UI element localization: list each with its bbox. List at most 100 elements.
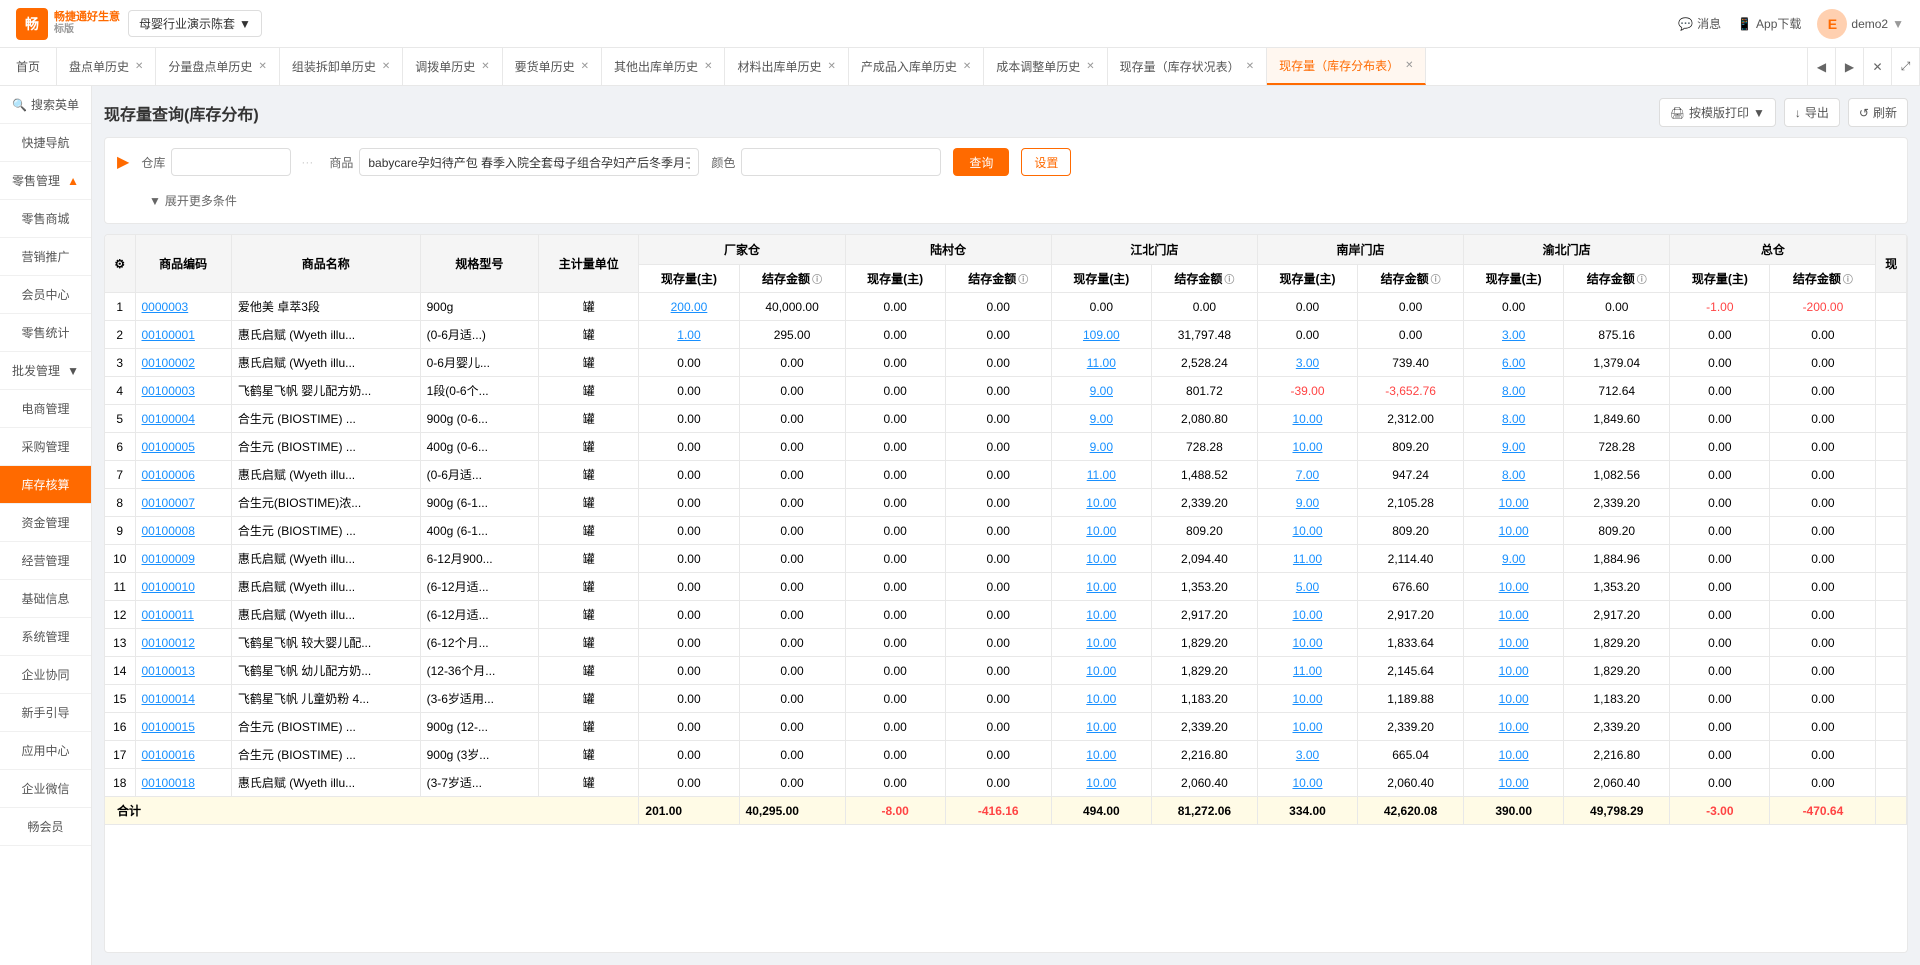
seq-cell: 13 (105, 629, 135, 657)
total-amt-cell: 0.00 (1770, 741, 1876, 769)
sidebar-item-finance[interactable]: 资金管理 (0, 504, 91, 542)
refresh-btn[interactable]: ↺ 刷新 (1848, 98, 1908, 127)
sidebar-item-search[interactable]: 🔍 搜索英单 (0, 86, 91, 124)
tab-close-icon[interactable]: ✕ (963, 61, 971, 72)
sidebar-item-retail-shop[interactable]: 零售商城 (0, 200, 91, 238)
sidebar-item-wholesale[interactable]: 批发管理 ▼ (0, 352, 91, 390)
sidebar-item-operation[interactable]: 经营管理 (0, 542, 91, 580)
table-row: 11 00100010 惠氏启赋 (Wyeth illu... (6-12月适.… (105, 573, 1907, 601)
sidebar-item-marketing[interactable]: 营销推广 (0, 238, 91, 276)
tab-close-icon[interactable]: ✕ (1246, 61, 1254, 72)
tab-close-icon[interactable]: ✕ (258, 61, 266, 72)
tab-close-icon[interactable]: ✕ (1086, 61, 1094, 72)
nanan-amt-cell: 2,060.40 (1358, 769, 1464, 797)
tab-expand-btn[interactable]: ⤢ (1892, 48, 1920, 86)
sidebar-item-quick-nav[interactable]: 快捷导航 (0, 124, 91, 162)
jiangbei-amt-cell: 2,094.40 (1151, 545, 1257, 573)
yubei-qty-cell: 10.00 (1464, 573, 1564, 601)
tab-close-icon[interactable]: ✕ (382, 61, 390, 72)
sidebar-item-ecommerce[interactable]: 电商管理 (0, 390, 91, 428)
filter-toggle-btn[interactable]: ▶ (117, 152, 129, 172)
sidebar-item-vip[interactable]: 畅会员 (0, 808, 91, 846)
tab-prev-btn[interactable]: ◀ (1808, 48, 1836, 86)
tab-inventory-single[interactable]: 盘点单历史 ✕ (57, 48, 156, 85)
tab-material-out[interactable]: 材料出库单历史 ✕ (725, 48, 848, 85)
sidebar-item-purchase[interactable]: 采购管理 (0, 428, 91, 466)
tab-close-icon[interactable]: ✕ (481, 61, 489, 72)
sidebar-item-retail-stats[interactable]: 零售统计 (0, 314, 91, 352)
sidebar-item-enterprise-collab[interactable]: 企业协同 (0, 656, 91, 694)
nanan-qty-cell: 10.00 (1257, 629, 1357, 657)
tab-inventory-branch[interactable]: 分量盘点单历史 ✕ (156, 48, 279, 85)
warehouse-dots[interactable]: ··· (297, 155, 317, 169)
tab-stock-status[interactable]: 现存量（库存状况表） ✕ (1108, 48, 1267, 85)
code-cell: 0000003 (135, 293, 231, 321)
tab-stock-dist[interactable]: 现存量（库存分布表） ✕ (1267, 48, 1426, 85)
tab-close-icon[interactable]: ✕ (827, 61, 835, 72)
sum-current (1876, 797, 1907, 825)
total-qty-cell: 0.00 (1670, 545, 1770, 573)
nanan-amt-cell: 0.00 (1358, 293, 1464, 321)
print-btn[interactable]: 🖨 按模版打印 ▼ (1659, 98, 1776, 127)
warehouse-input[interactable] (171, 148, 291, 176)
tab-next-btn[interactable]: ▶ (1836, 48, 1864, 86)
export-btn[interactable]: ↓ 导出 (1784, 98, 1840, 127)
tab-close-btn[interactable]: ✕ (1864, 48, 1892, 86)
color-input[interactable] (741, 148, 941, 176)
settings-icon[interactable]: ⚙ (114, 257, 125, 271)
tab-assemble[interactable]: 组装拆卸单历史 ✕ (280, 48, 403, 85)
factory-amt-cell: 0.00 (739, 629, 845, 657)
sidebar-item-guide[interactable]: 新手引导 (0, 694, 91, 732)
factory-amt-cell: 0.00 (739, 517, 845, 545)
app-download-btn[interactable]: 📱 App下载 (1737, 15, 1801, 32)
expand-filter-btn[interactable]: ▼ 展开更多条件 (141, 188, 245, 213)
info-icon[interactable]: ⓘ (812, 275, 822, 286)
unit-cell: 罐 (539, 321, 639, 349)
goods-input[interactable] (359, 148, 699, 176)
user-profile[interactable]: E demo2 ▼ (1817, 9, 1904, 39)
retail-shop-label: 零售商城 (21, 210, 69, 227)
tab-other-out[interactable]: 其他出库单历史 ✕ (602, 48, 725, 85)
col-settings[interactable]: ⚙ (105, 235, 135, 293)
tab-close-icon[interactable]: ✕ (704, 61, 712, 72)
name-cell: 惠氏启赋 (Wyeth illu... (231, 769, 420, 797)
tab-home[interactable]: 首页 (0, 48, 57, 85)
industry-selector[interactable]: 母婴行业演示陈套 ▼ (128, 10, 262, 37)
tab-transfer[interactable]: 调拨单历史 ✕ (403, 48, 502, 85)
code-cell: 00100003 (135, 377, 231, 405)
seq-cell: 2 (105, 321, 135, 349)
sidebar-item-enterprise-wechat[interactable]: 企业微信 (0, 770, 91, 808)
sidebar-item-inventory[interactable]: 库存核算 (0, 466, 91, 504)
info-icon[interactable]: ⓘ (1637, 275, 1647, 286)
yubei-amt-cell: 2,339.20 (1564, 489, 1670, 517)
sidebar-item-basic-info[interactable]: 基础信息 (0, 580, 91, 618)
yubei-amt-cell: 1,082.56 (1564, 461, 1670, 489)
tab-product-in[interactable]: 产成品入库单历史 ✕ (849, 48, 984, 85)
nanan-amt-cell: 2,917.20 (1358, 601, 1464, 629)
unit-cell: 罐 (539, 433, 639, 461)
lucun-amt-cell: 0.00 (945, 545, 1051, 573)
export-icon: ↓ (1795, 106, 1801, 120)
user-label: demo2 (1851, 17, 1888, 31)
tab-cost-adjust[interactable]: 成本调整单历史 ✕ (984, 48, 1107, 85)
tab-close-icon[interactable]: ✕ (135, 61, 143, 72)
total-qty-cell: 0.00 (1670, 629, 1770, 657)
seq-cell: 9 (105, 517, 135, 545)
info-icon[interactable]: ⓘ (1431, 275, 1441, 286)
setting-btn[interactable]: 设置 (1021, 148, 1071, 176)
info-icon[interactable]: ⓘ (1224, 275, 1234, 286)
total-amt-cell: 0.00 (1770, 433, 1876, 461)
message-btn[interactable]: 💬 消息 (1678, 15, 1721, 32)
sidebar-item-system[interactable]: 系统管理 (0, 618, 91, 656)
info-icon[interactable]: ⓘ (1843, 275, 1853, 286)
search-btn[interactable]: 查询 (953, 148, 1009, 176)
sidebar-item-app-center[interactable]: 应用中心 (0, 732, 91, 770)
info-icon[interactable]: ⓘ (1018, 275, 1028, 286)
sidebar-item-member[interactable]: 会员中心 (0, 276, 91, 314)
table-scroll[interactable]: ⚙ 商品编码 商品名称 规格型号 主计量单位 厂家仓 陆村仓 江北门店 南岸门店… (105, 235, 1907, 952)
yubei-amt-cell: 1,829.20 (1564, 629, 1670, 657)
tab-close-icon[interactable]: ✕ (1405, 60, 1413, 71)
sidebar-item-retail-mgmt[interactable]: 零售管理 ▲ (0, 162, 91, 200)
tab-requisition[interactable]: 要货单历史 ✕ (503, 48, 602, 85)
tab-close-icon[interactable]: ✕ (581, 61, 589, 72)
